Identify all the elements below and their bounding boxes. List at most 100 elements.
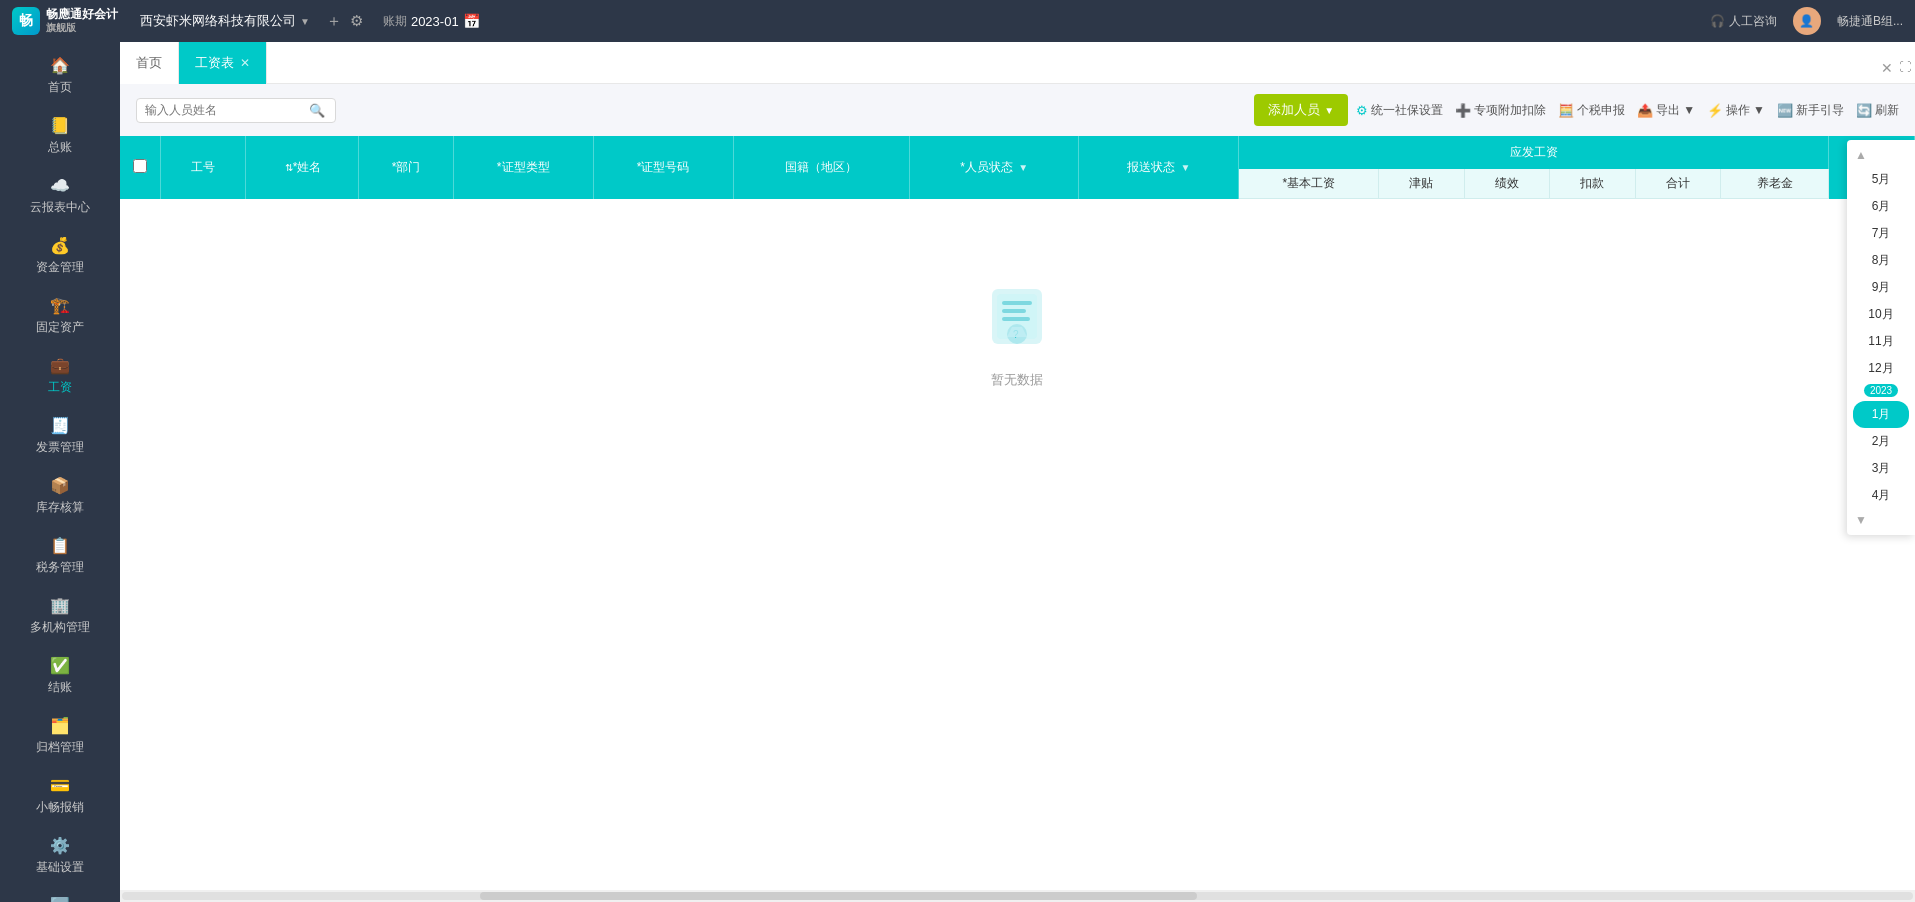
sidebar-item-tax[interactable]: 📋 税务管理 (0, 526, 120, 586)
search-input[interactable] (145, 103, 305, 117)
export-icon: 📤 (1637, 103, 1653, 118)
th-pension: 养老金 (1721, 169, 1829, 199)
logo-area: 畅 畅應通好会计 旗舰版 (12, 7, 132, 35)
expense-icon: 💳 (50, 776, 70, 795)
month-item-prev-6月[interactable]: 6月 (1847, 193, 1915, 220)
search-icon: 🔍 (309, 103, 325, 118)
checkout-icon: ✅ (50, 656, 70, 675)
sidebar-label-archive: 归档管理 (36, 739, 84, 756)
sidebar-label-inventory: 库存核算 (36, 499, 84, 516)
dropdown-arrow-icon: ▼ (1324, 105, 1334, 116)
calendar-icon[interactable]: 📅 (463, 13, 480, 29)
salary-table: 工号 ⇅*姓名 *部门 *证型类型 *证型号码 国籍（地区） *人员状态 ▼ 报… (120, 136, 1915, 469)
month-scroll-up-btn[interactable]: ▲ (1855, 148, 1867, 162)
social-settings-btn[interactable]: ⚙ 统一社保设置 (1356, 102, 1443, 119)
add-person-button[interactable]: 添加人员 ▼ (1254, 94, 1348, 126)
sidebar-item-multi-org[interactable]: 🏢 多机构管理 (0, 586, 120, 646)
invoice-icon: 🧾 (50, 416, 70, 435)
tab-close-icon[interactable]: ✕ (240, 56, 250, 70)
sidebar-item-ledger[interactable]: 📒 总账 (0, 106, 120, 166)
user-label: 畅捷通B组... (1837, 13, 1903, 30)
inventory-icon: 📦 (50, 476, 70, 495)
chevron-down-icon: ▼ (300, 16, 310, 27)
logo-text-block: 畅應通好会计 旗舰版 (46, 7, 118, 35)
sidebar-label-expense: 小畅报销 (36, 799, 84, 816)
sidebar-item-inventory[interactable]: 📦 库存核算 (0, 466, 120, 526)
maximize-button[interactable]: ⛶ (1899, 60, 1911, 76)
search-box[interactable]: 🔍 (136, 98, 336, 123)
status-filter-icon[interactable]: ▼ (1018, 162, 1028, 173)
month-item-prev-5月[interactable]: 5月 (1847, 166, 1915, 193)
add-icon[interactable]: ＋ (326, 11, 342, 32)
app-edition: 旗舰版 (46, 21, 118, 35)
th-performance: 绩效 (1464, 169, 1549, 199)
sidebar-item-guide[interactable]: 🆕 新手引导 (0, 886, 120, 902)
month-item-next-3月[interactable]: 3月 (1847, 455, 1915, 482)
sidebar-item-cloud-report[interactable]: ☁️ 云报表中心 (0, 166, 120, 226)
month-list: 5月6月7月8月9月10月11月12月20231月2月3月4月 (1847, 166, 1915, 509)
refresh-icon: 🔄 (1856, 103, 1872, 118)
month-item-prev-11月[interactable]: 11月 (1847, 328, 1915, 355)
month-item-prev-9月[interactable]: 9月 (1847, 274, 1915, 301)
h-scrollbar[interactable] (120, 890, 1915, 902)
th-base-salary: *基本工资 (1239, 169, 1379, 199)
sidebar-item-fund[interactable]: 💰 资金管理 (0, 226, 120, 286)
month-item-prev-12月[interactable]: 12月 (1847, 355, 1915, 382)
sidebar-label-fixed-assets: 固定资产 (36, 319, 84, 336)
scrollbar-thumb[interactable] (480, 892, 1196, 900)
new-guide-label: 新手引导 (1796, 102, 1844, 119)
personal-tax-btn[interactable]: 🧮 个税申报 (1558, 102, 1625, 119)
tab-home[interactable]: 首页 (120, 42, 179, 84)
sidebar-label-multi-org: 多机构管理 (30, 619, 90, 636)
th-name: ⇅*姓名 (245, 136, 358, 199)
close-button[interactable]: ✕ (1881, 60, 1893, 76)
year-section: 2023 (1847, 382, 1915, 401)
sidebar-item-archive[interactable]: 🗂️ 归档管理 (0, 706, 120, 766)
avatar[interactable]: 👤 (1793, 7, 1821, 35)
month-item-prev-7月[interactable]: 7月 (1847, 220, 1915, 247)
company-selector[interactable]: 西安虾米网络科技有限公司 ▼ (140, 12, 310, 30)
scrollbar-track (122, 892, 1913, 900)
settings-icon[interactable]: ⚙ (350, 12, 363, 30)
multi-org-icon: 🏢 (50, 596, 70, 615)
personal-tax-icon: 🧮 (1558, 103, 1574, 118)
month-scroll-down-btn[interactable]: ▼ (1855, 513, 1867, 527)
sidebar-item-home[interactable]: 🏠 首页 (0, 46, 120, 106)
company-name: 西安虾米网络科技有限公司 (140, 12, 296, 30)
table-body: ? 暂无数据 (120, 199, 1915, 470)
new-guide-btn[interactable]: 🆕 新手引导 (1777, 102, 1844, 119)
month-panel-footer: ▼ (1847, 509, 1915, 531)
sidebar-item-checkout[interactable]: ✅ 结账 (0, 646, 120, 706)
special-deduction-btn[interactable]: ➕ 专项附加扣除 (1455, 102, 1546, 119)
refresh-btn[interactable]: 🔄 刷新 (1856, 102, 1899, 119)
window-controls: ✕ ⛶ (1881, 60, 1911, 76)
report-filter-icon[interactable]: ▼ (1180, 162, 1190, 173)
export-label: 导出 (1656, 102, 1680, 119)
th-country: 国籍（地区） (733, 136, 910, 199)
sidebar-item-fixed-assets[interactable]: 🏗️ 固定资产 (0, 286, 120, 346)
toolbar-actions: ⚙ 统一社保设置 ➕ 专项附加扣除 🧮 个税申报 📤 导出 ▼ ⚡ (1356, 102, 1899, 119)
month-item-next-2月[interactable]: 2月 (1847, 428, 1915, 455)
export-dropdown-icon: ▼ (1683, 103, 1695, 117)
select-all-checkbox[interactable] (133, 159, 147, 173)
month-item-next-4月[interactable]: 4月 (1847, 482, 1915, 509)
app-logo-icon: 畅 (12, 7, 40, 35)
table-wrapper: 工号 ⇅*姓名 *部门 *证型类型 *证型号码 国籍（地区） *人员状态 ▼ 报… (120, 136, 1915, 890)
sidebar-item-salary[interactable]: 💼 工资 (0, 346, 120, 406)
operations-btn[interactable]: ⚡ 操作 ▼ (1707, 102, 1765, 119)
month-item-prev-10月[interactable]: 10月 (1847, 301, 1915, 328)
month-item-current[interactable]: 1月 (1853, 401, 1909, 428)
empty-state-icon: ? (977, 279, 1057, 359)
svg-rect-2 (1002, 301, 1032, 305)
sidebar-item-settings[interactable]: ⚙️ 基础设置 (0, 826, 120, 886)
refresh-label: 刷新 (1875, 102, 1899, 119)
tab-salary-table[interactable]: 工资表 ✕ (179, 42, 267, 84)
sidebar-label-home: 首页 (48, 79, 72, 96)
support-btn[interactable]: 🎧 人工咨询 (1710, 13, 1777, 30)
sidebar-item-invoice[interactable]: 🧾 发票管理 (0, 406, 120, 466)
export-btn[interactable]: 📤 导出 ▼ (1637, 102, 1695, 119)
sidebar-item-expense[interactable]: 💳 小畅报销 (0, 766, 120, 826)
month-item-prev-8月[interactable]: 8月 (1847, 247, 1915, 274)
guide-icon: 🆕 (50, 896, 70, 902)
cloud-report-icon: ☁️ (50, 176, 70, 195)
